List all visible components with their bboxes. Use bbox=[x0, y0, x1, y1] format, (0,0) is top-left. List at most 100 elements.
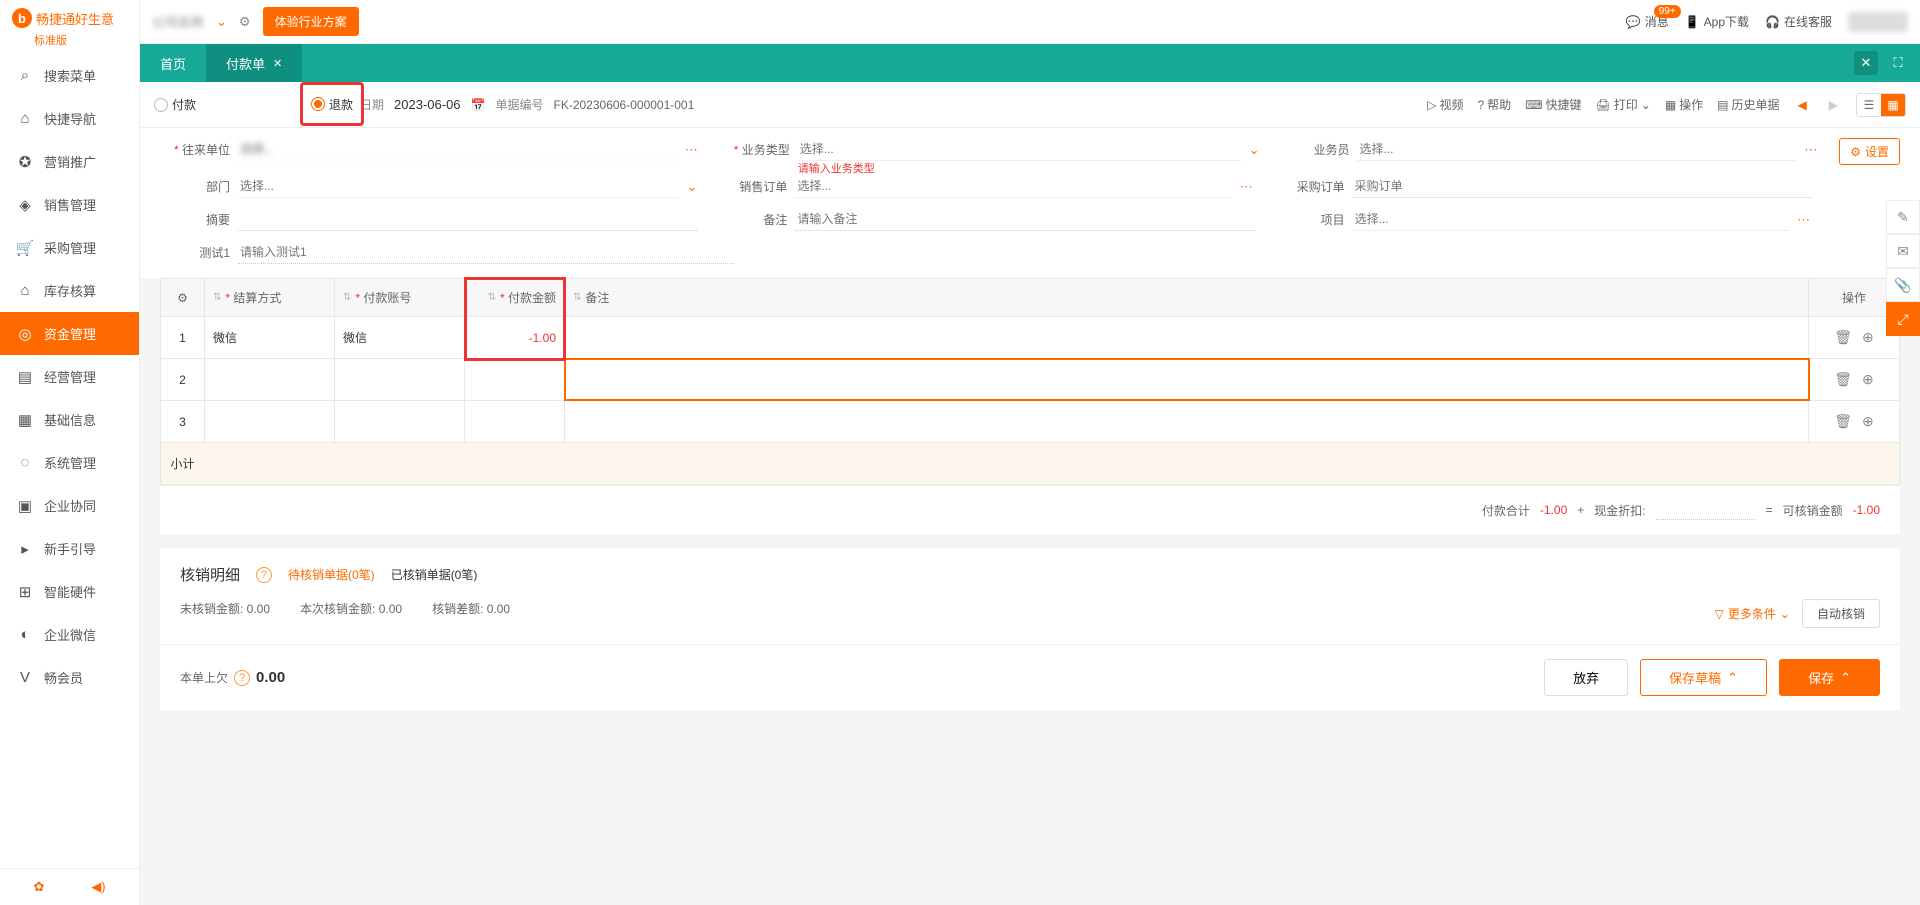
settings-icon[interactable]: ✿ bbox=[33, 879, 44, 895]
delete-row-icon[interactable]: 🗑 bbox=[1834, 371, 1852, 388]
radio-refund[interactable] bbox=[311, 97, 325, 111]
sidebar-item[interactable]: ▦基础信息 bbox=[0, 398, 139, 441]
biztype-input[interactable] bbox=[798, 138, 1241, 161]
sidebar-item[interactable]: ⌕搜索菜单 bbox=[0, 54, 139, 97]
sidebar-item[interactable]: ◈销售管理 bbox=[0, 183, 139, 226]
sidebar-item[interactable]: ⌂快捷导航 bbox=[0, 97, 139, 140]
sales-order-label: 销售订单 bbox=[717, 178, 787, 195]
sidebar-item[interactable]: ◌系统管理 bbox=[0, 441, 139, 484]
nav-label: 销售管理 bbox=[44, 195, 96, 214]
collapse-icon[interactable]: ◀) bbox=[91, 879, 105, 895]
table-row[interactable]: 2 🗑 ⊕ bbox=[161, 359, 1899, 401]
company-input[interactable] bbox=[238, 138, 677, 161]
save-button[interactable]: 保存⌃ bbox=[1779, 659, 1880, 696]
auto-verify-button[interactable]: 自动核销 bbox=[1802, 599, 1880, 628]
verify-tab-pending[interactable]: 待核销单据(0笔) bbox=[288, 566, 375, 583]
nav-label: 库存核算 bbox=[44, 281, 96, 300]
sort-icon[interactable]: ⇅ bbox=[213, 292, 221, 303]
sidebar-item[interactable]: ◎资金管理 bbox=[0, 312, 139, 355]
chevron-down-icon[interactable]: ⌄ bbox=[1249, 142, 1260, 158]
rail-expand-icon[interactable]: ⤢ bbox=[1886, 302, 1920, 336]
delete-row-icon[interactable]: 🗑 bbox=[1834, 329, 1852, 346]
test1-input[interactable] bbox=[238, 241, 734, 264]
help-icon[interactable]: ? bbox=[234, 670, 250, 686]
user-avatar[interactable] bbox=[1848, 12, 1908, 32]
messages-link[interactable]: 💬 消息 99+ bbox=[1626, 13, 1669, 30]
prev-doc-icon[interactable]: ◀ bbox=[1794, 98, 1811, 112]
history-link[interactable]: ▤历史单据 bbox=[1717, 96, 1779, 113]
purchase-order-input[interactable] bbox=[1353, 175, 1812, 198]
tab-payment[interactable]: 付款单 ✕ bbox=[206, 44, 302, 82]
close-all-icon[interactable]: ✕ bbox=[1854, 51, 1878, 75]
sidebar-item[interactable]: 🛒采购管理 bbox=[0, 226, 139, 269]
gear-icon[interactable]: ⚙ bbox=[239, 14, 251, 30]
sales-order-lookup-icon[interactable]: ⋯ bbox=[1240, 179, 1255, 195]
summary-input[interactable] bbox=[238, 208, 697, 231]
calendar-icon[interactable]: 📅 bbox=[471, 98, 486, 112]
date-value[interactable]: 2023-06-06 bbox=[394, 97, 461, 112]
table-row[interactable]: 3 🗑 ⊕ bbox=[161, 401, 1899, 443]
staff-lookup-icon[interactable]: ⋯ bbox=[1804, 142, 1819, 158]
add-row-icon[interactable]: ⊕ bbox=[1862, 329, 1874, 346]
verify-tab-done[interactable]: 已核销单据(0笔) bbox=[391, 566, 478, 583]
sidebar-item[interactable]: V畅会员 bbox=[0, 656, 139, 699]
rail-attach-icon[interactable]: 📎 bbox=[1886, 268, 1920, 302]
app-download-link[interactable]: 📱 App下载 bbox=[1685, 13, 1749, 30]
rail-note-icon[interactable]: ✎ bbox=[1886, 200, 1920, 234]
project-input[interactable] bbox=[1353, 208, 1789, 231]
company-lookup-icon[interactable]: ⋯ bbox=[685, 142, 700, 158]
this-verify-amount: 本次核销金额: 0.00 bbox=[300, 600, 402, 617]
chevron-down-icon[interactable]: ⌄ bbox=[216, 14, 227, 30]
payment-table: ⚙ ⇅结算方式 ⇅付款账号 ⇅付款金额 ⇅备注 操作 1 微信 微信 -1.00… bbox=[160, 278, 1900, 485]
remark-header: 备注 bbox=[585, 289, 609, 306]
rail-inbox-icon[interactable]: ✉ bbox=[1886, 234, 1920, 268]
support-link[interactable]: 🎧 在线客服 bbox=[1765, 13, 1832, 30]
sidebar-item[interactable]: ▣企业协同 bbox=[0, 484, 139, 527]
discount-input[interactable] bbox=[1656, 500, 1756, 520]
operations-link[interactable]: ▦操作 bbox=[1665, 96, 1703, 113]
close-tab-icon[interactable]: ✕ bbox=[273, 57, 282, 70]
sidebar-item[interactable]: ◐企业微信 bbox=[0, 613, 139, 656]
experience-button[interactable]: 体验行业方案 bbox=[263, 7, 359, 36]
dept-input[interactable] bbox=[238, 175, 678, 198]
sidebar-item[interactable]: ▤经营管理 bbox=[0, 355, 139, 398]
delete-row-icon[interactable]: 🗑 bbox=[1834, 413, 1852, 430]
tab-home[interactable]: 首页 bbox=[140, 44, 206, 82]
view-list-icon[interactable]: ☰ bbox=[1857, 94, 1881, 116]
settings-button[interactable]: ⚙ 设置 bbox=[1839, 138, 1900, 165]
video-link[interactable]: ▷视频 bbox=[1427, 96, 1463, 113]
save-draft-button[interactable]: 保存草稿⌃ bbox=[1640, 659, 1767, 696]
staff-input[interactable] bbox=[1357, 138, 1796, 161]
discard-button[interactable]: 放弃 bbox=[1544, 659, 1628, 696]
more-conditions-link[interactable]: ▽ 更多条件 ⌄ bbox=[1715, 605, 1790, 622]
help-icon[interactable]: ? bbox=[256, 567, 272, 583]
help-link[interactable]: ?帮助 bbox=[1477, 96, 1511, 113]
add-row-icon[interactable]: ⊕ bbox=[1862, 413, 1874, 430]
sort-icon[interactable]: ⇅ bbox=[573, 292, 581, 303]
sidebar-item[interactable]: ⊞智能硬件 bbox=[0, 570, 139, 613]
fullscreen-icon[interactable]: ⛶ bbox=[1886, 51, 1910, 75]
next-doc-icon[interactable]: ▶ bbox=[1825, 98, 1842, 112]
project-lookup-icon[interactable]: ⋯ bbox=[1797, 212, 1812, 228]
radio-refund-label: 退款 bbox=[329, 96, 353, 113]
amount-header: 付款金额 bbox=[500, 289, 556, 306]
sidebar-item[interactable]: ✪营销推广 bbox=[0, 140, 139, 183]
sort-icon[interactable]: ⇅ bbox=[343, 292, 351, 303]
company-selector[interactable]: 公司名称 bbox=[152, 12, 204, 31]
print-link[interactable]: 🖨打印 ⌄ bbox=[1596, 96, 1651, 113]
radio-payment[interactable] bbox=[154, 98, 168, 112]
sidebar-item[interactable]: ▸新手引导 bbox=[0, 527, 139, 570]
table-gear-header[interactable]: ⚙ bbox=[161, 279, 205, 316]
nav: ⌕搜索菜单⌂快捷导航✪营销推广◈销售管理🛒采购管理⌂库存核算◎资金管理▤经营管理… bbox=[0, 54, 139, 868]
chevron-down-icon[interactable]: ⌄ bbox=[686, 179, 697, 195]
shortcut-link[interactable]: ⌨快捷键 bbox=[1525, 96, 1581, 113]
add-row-icon[interactable]: ⊕ bbox=[1862, 371, 1874, 388]
nav-icon: ▣ bbox=[16, 497, 34, 515]
remark-input[interactable] bbox=[795, 208, 1254, 231]
sidebar-item[interactable]: ⌂库存核算 bbox=[0, 269, 139, 312]
biztype-label: 业务类型 bbox=[720, 141, 790, 158]
sort-icon[interactable]: ⇅ bbox=[488, 292, 496, 303]
view-card-icon[interactable]: ▦ bbox=[1881, 94, 1905, 116]
table-row[interactable]: 1 微信 微信 -1.00 🗑 ⊕ bbox=[161, 317, 1899, 359]
sales-order-input[interactable] bbox=[795, 175, 1231, 198]
